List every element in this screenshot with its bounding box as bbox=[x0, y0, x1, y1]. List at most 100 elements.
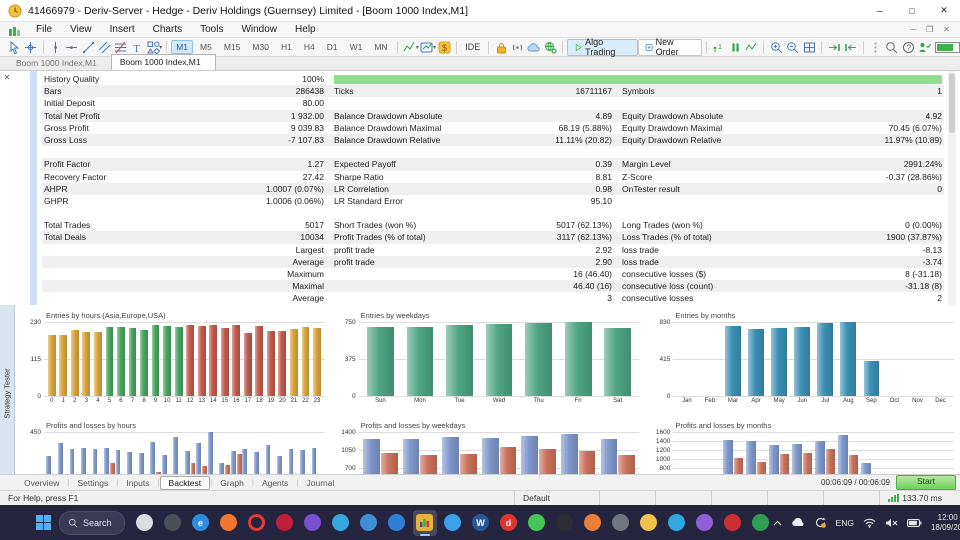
timeframe-m30[interactable]: M30 bbox=[247, 40, 274, 54]
timeframe-h1[interactable]: H1 bbox=[276, 40, 297, 54]
cloud-icon[interactable] bbox=[526, 40, 542, 55]
market-watch-globe-icon[interactable] bbox=[542, 40, 558, 55]
taskbar-app-record-icon[interactable] bbox=[721, 510, 745, 536]
start-menu-button[interactable] bbox=[36, 510, 51, 536]
menu-view[interactable]: View bbox=[61, 24, 101, 35]
tile-windows-icon[interactable] bbox=[801, 40, 817, 55]
shift-back-icon[interactable] bbox=[842, 40, 858, 55]
menu-window[interactable]: Window bbox=[232, 24, 286, 35]
menu-file[interactable]: File bbox=[27, 24, 61, 35]
tester-tab-graph[interactable]: Graph bbox=[212, 477, 252, 489]
taskbar-app-skype-icon[interactable] bbox=[357, 510, 381, 536]
tester-tab-overview[interactable]: Overview bbox=[16, 477, 67, 489]
zoom-out-icon[interactable] bbox=[785, 40, 801, 55]
wifi-icon[interactable] bbox=[863, 518, 876, 528]
taskbar-clock[interactable]: 12:00 am 18/09/2023 bbox=[931, 513, 960, 533]
timeframe-d1[interactable]: D1 bbox=[322, 40, 343, 54]
lock-icon[interactable] bbox=[493, 40, 509, 55]
tester-tab-backtest[interactable]: Backtest bbox=[159, 475, 211, 490]
chart-window-restore[interactable]: ❐ bbox=[926, 25, 933, 34]
chart-tab-1[interactable]: Boom 1000 Index,M1 bbox=[110, 54, 216, 70]
onedrive-cloud-icon[interactable] bbox=[791, 518, 805, 527]
menu-tools[interactable]: Tools bbox=[191, 24, 232, 35]
toolbar-handle-icon[interactable] bbox=[868, 40, 884, 55]
shift-end-icon[interactable] bbox=[826, 40, 842, 55]
panel-close-icon[interactable]: ✕ bbox=[2, 73, 12, 83]
bar bbox=[578, 450, 596, 474]
taskbar-app-telegram-icon[interactable] bbox=[329, 510, 353, 536]
channel-tool-icon[interactable] bbox=[96, 40, 112, 55]
zoom-in-icon[interactable] bbox=[768, 40, 784, 55]
language-indicator[interactable]: ENG bbox=[836, 518, 854, 528]
timeframe-h4[interactable]: H4 bbox=[299, 40, 320, 54]
taskbar-app-monitor-icon[interactable] bbox=[133, 510, 157, 536]
taskbar-app-store-icon[interactable] bbox=[301, 510, 325, 536]
taskbar-app-messenger-icon[interactable] bbox=[385, 510, 409, 536]
profile-selector[interactable]: Default bbox=[515, 491, 600, 505]
taskbar-app-metatrader5-icon[interactable] bbox=[412, 509, 437, 536]
taskbar-app-excel-icon[interactable] bbox=[749, 510, 773, 536]
crosshair-tool-icon[interactable] bbox=[22, 40, 38, 55]
tick-scale-icon[interactable]: 1 bbox=[711, 40, 727, 55]
taskbar-app-tradingview-icon[interactable] bbox=[441, 510, 465, 536]
timeframe-m5[interactable]: M5 bbox=[195, 40, 217, 54]
ide-button[interactable]: IDE bbox=[461, 42, 484, 52]
battery-icon[interactable] bbox=[906, 518, 922, 527]
pause-icon[interactable] bbox=[727, 40, 743, 55]
menu-insert[interactable]: Insert bbox=[101, 24, 144, 35]
start-button[interactable]: Start bbox=[896, 475, 956, 490]
text-tool-icon[interactable]: T bbox=[129, 40, 145, 55]
menu-help[interactable]: Help bbox=[286, 24, 325, 35]
taskbar-search[interactable]: Search bbox=[59, 510, 125, 535]
cursor-tool-icon[interactable] bbox=[6, 40, 22, 55]
algo-trading-button[interactable]: Algo Trading bbox=[567, 37, 638, 57]
bar-group bbox=[254, 432, 266, 474]
taskbar-app-opera-icon[interactable] bbox=[245, 510, 269, 536]
fibonacci-tool-icon[interactable] bbox=[113, 40, 129, 55]
chart-window-close[interactable]: ✕ bbox=[943, 25, 950, 34]
timeframe-m1[interactable]: M1 bbox=[171, 40, 194, 54]
strategy-tester-side-tab[interactable]: Strategy Tester bbox=[0, 305, 15, 474]
help-icon[interactable]: ? bbox=[900, 40, 916, 55]
timeframe-m15[interactable]: M15 bbox=[219, 40, 246, 54]
taskbar-app-viber-icon[interactable] bbox=[693, 510, 717, 536]
tester-tab-settings[interactable]: Settings bbox=[70, 477, 117, 489]
sync-status-icon[interactable] bbox=[814, 516, 827, 529]
vertical-line-tool-icon[interactable] bbox=[47, 40, 63, 55]
chart-window-minimize[interactable]: ─ bbox=[910, 25, 916, 34]
shapes-dropdown-icon[interactable]: ▾ bbox=[159, 44, 162, 51]
maximize-button[interactable]: □ bbox=[896, 0, 928, 22]
taskbar-app-photos-icon[interactable] bbox=[581, 510, 605, 536]
close-button[interactable]: ✕ bbox=[928, 0, 960, 22]
chart-tab-0[interactable]: Boom 1000 Index,M1 bbox=[8, 56, 111, 70]
taskbar-app-deriv-icon[interactable]: d bbox=[497, 510, 521, 536]
currency-icon[interactable]: $ bbox=[436, 40, 452, 55]
menu-charts[interactable]: Charts bbox=[144, 24, 191, 35]
signals-icon[interactable] bbox=[509, 40, 525, 55]
timeframe-w1[interactable]: W1 bbox=[345, 40, 368, 54]
taskbar-app-edge-icon[interactable]: e bbox=[189, 510, 213, 536]
taskbar-app-firefox-icon[interactable] bbox=[217, 510, 241, 536]
trendline-tool-icon[interactable] bbox=[80, 40, 96, 55]
tray-chevron-icon[interactable] bbox=[773, 520, 782, 526]
taskbar-app-opera-gx-icon[interactable] bbox=[273, 510, 297, 536]
minimize-button[interactable]: ─ bbox=[864, 0, 896, 22]
resize-grip[interactable] bbox=[950, 491, 960, 505]
taskbar-app-telegram-2-icon[interactable] bbox=[665, 510, 689, 536]
taskbar-app-word-icon[interactable]: W bbox=[469, 510, 493, 536]
line-chart-icon[interactable] bbox=[743, 40, 759, 55]
taskbar-app-folder-icon[interactable] bbox=[637, 510, 661, 536]
new-order-button[interactable]: New Order bbox=[637, 37, 702, 57]
report-scrollbar[interactable] bbox=[948, 71, 956, 305]
taskbar-app-whatsapp-icon[interactable] bbox=[525, 510, 549, 536]
tester-tab-inputs[interactable]: Inputs bbox=[118, 477, 157, 489]
search-icon[interactable] bbox=[884, 40, 900, 55]
taskbar-app-file-explorer-icon[interactable] bbox=[161, 510, 185, 536]
taskbar-app-camera-icon[interactable] bbox=[553, 510, 577, 536]
horizontal-line-tool-icon[interactable] bbox=[64, 40, 80, 55]
volume-muted-icon[interactable] bbox=[885, 518, 898, 528]
tester-tab-journal[interactable]: Journal bbox=[298, 477, 342, 489]
tester-tab-agents[interactable]: Agents bbox=[254, 477, 296, 489]
timeframe-mn[interactable]: MN bbox=[369, 40, 392, 54]
taskbar-app-settings-icon[interactable] bbox=[609, 510, 633, 536]
